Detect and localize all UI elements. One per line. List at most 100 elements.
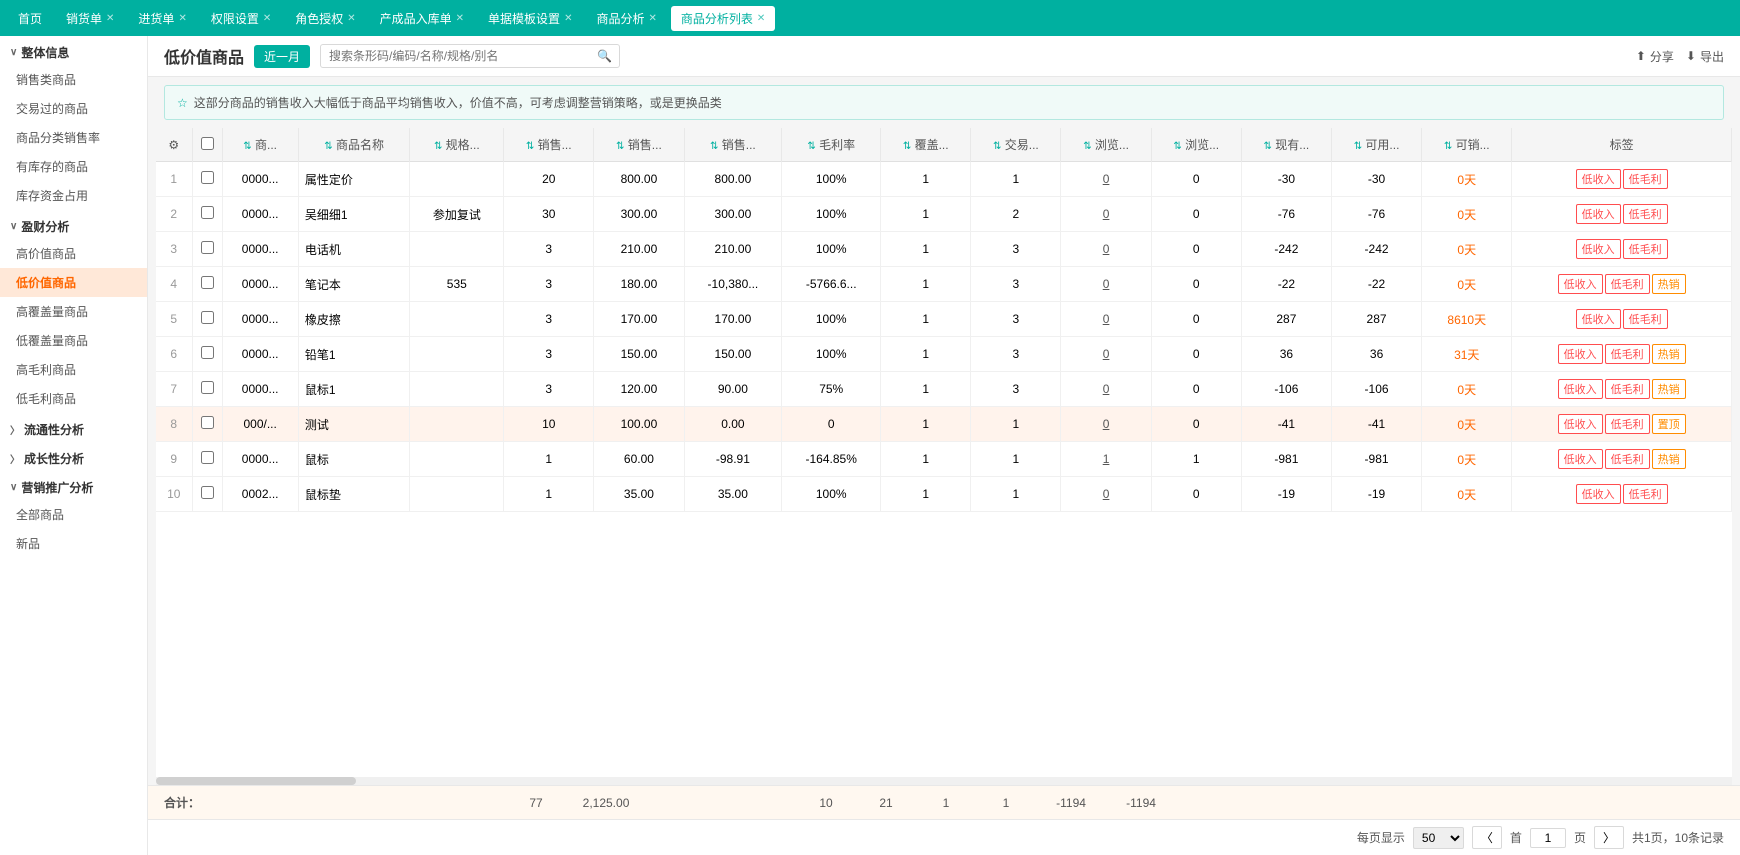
th-spec[interactable]: ⇅ 规格... <box>410 128 504 162</box>
nav-permissions[interactable]: 权限设置 ✕ <box>201 6 281 31</box>
row-checkbox[interactable] <box>192 442 222 477</box>
nav-close-product-inbound[interactable]: ✕ <box>456 13 464 24</box>
nav-purchase-order[interactable]: 进货单 ✕ <box>128 6 196 31</box>
nav-product-analysis[interactable]: 商品分析 ✕ <box>586 6 666 31</box>
nav-close-sales-order[interactable]: ✕ <box>106 13 114 24</box>
nav-template-settings[interactable]: 单据模板设置 ✕ <box>478 6 582 31</box>
browse-link[interactable]: 0 <box>1103 277 1110 291</box>
row-browse1[interactable]: 0 <box>1061 372 1151 407</box>
browse-link[interactable]: 0 <box>1103 347 1110 361</box>
table-wrapper[interactable]: ⚙ ⇅ 商... ⇅ 商品名称 ⇅ 规格... ⇅ 销售... ⇅ 销售... … <box>156 128 1732 777</box>
row-browse1[interactable]: 0 <box>1061 267 1151 302</box>
browse-link[interactable]: 0 <box>1103 172 1110 186</box>
browse-link[interactable]: 1 <box>1103 452 1110 466</box>
sidebar-item-high-coverage[interactable]: 高覆盖量商品 <box>0 297 147 326</box>
row-select-checkbox[interactable] <box>201 276 214 289</box>
row-checkbox[interactable] <box>192 197 222 232</box>
row-browse1[interactable]: 0 <box>1061 407 1151 442</box>
sidebar-item-all-products[interactable]: 全部商品 <box>0 500 147 529</box>
horizontal-scrollbar[interactable] <box>156 777 1732 785</box>
row-select-checkbox[interactable] <box>201 311 214 324</box>
browse-link[interactable]: 0 <box>1103 417 1110 431</box>
row-select-checkbox[interactable] <box>201 171 214 184</box>
th-sales-qty[interactable]: ⇅ 销售... <box>504 128 594 162</box>
nav-close-product-analysis-list[interactable]: ✕ <box>757 13 765 24</box>
nav-close-product-analysis[interactable]: ✕ <box>648 13 656 24</box>
row-select-checkbox[interactable] <box>201 486 214 499</box>
th-name[interactable]: ⇅ 商品名称 <box>298 128 410 162</box>
nav-close-role-auth[interactable]: ✕ <box>347 13 355 24</box>
th-browse2[interactable]: ⇅ 浏览... <box>1151 128 1241 162</box>
th-coverage[interactable]: ⇅ 覆盖... <box>881 128 971 162</box>
nav-product-analysis-list[interactable]: 商品分析列表 ✕ <box>671 6 775 31</box>
search-input[interactable] <box>320 44 620 68</box>
page-size-select[interactable]: 50 100 200 <box>1413 827 1464 849</box>
sidebar-item-sales-products[interactable]: 销售类商品 <box>0 65 147 94</box>
row-checkbox[interactable] <box>192 267 222 302</box>
share-button[interactable]: ⬆ 分享 <box>1636 48 1674 65</box>
row-select-checkbox[interactable] <box>201 451 214 464</box>
row-browse1[interactable]: 0 <box>1061 197 1151 232</box>
browse-link[interactable]: 0 <box>1103 487 1110 501</box>
select-all-checkbox[interactable] <box>201 137 214 150</box>
row-browse1[interactable]: 0 <box>1061 162 1151 197</box>
row-browse1[interactable]: 0 <box>1061 337 1151 372</box>
th-sellable[interactable]: ⇅ 可销... <box>1422 128 1512 162</box>
sidebar-group-growth[interactable]: 〉 成长性分析 <box>0 442 147 471</box>
th-settings[interactable]: ⚙ <box>156 128 192 162</box>
first-page-button[interactable]: 〈 <box>1472 826 1502 849</box>
page-number-input[interactable] <box>1530 828 1566 848</box>
th-current-stock[interactable]: ⇅ 现有... <box>1241 128 1331 162</box>
scrollbar-thumb[interactable] <box>156 777 356 785</box>
row-checkbox[interactable] <box>192 302 222 337</box>
row-checkbox[interactable] <box>192 407 222 442</box>
export-button[interactable]: ⬇ 导出 <box>1686 48 1724 65</box>
nav-close-template-settings[interactable]: ✕ <box>564 13 572 24</box>
sidebar-item-low-margin[interactable]: 低毛利商品 <box>0 384 147 413</box>
nav-close-permissions[interactable]: ✕ <box>263 13 271 24</box>
th-checkbox[interactable] <box>192 128 222 162</box>
next-page-button[interactable]: 〉 <box>1594 826 1624 849</box>
row-browse1[interactable]: 0 <box>1061 302 1151 337</box>
sidebar-item-high-margin[interactable]: 高毛利商品 <box>0 355 147 384</box>
row-select-checkbox[interactable] <box>201 381 214 394</box>
browse-link[interactable]: 0 <box>1103 242 1110 256</box>
th-code[interactable]: ⇅ 商... <box>222 128 298 162</box>
nav-role-auth[interactable]: 角色授权 ✕ <box>285 6 365 31</box>
th-trade[interactable]: ⇅ 交易... <box>971 128 1061 162</box>
th-margin[interactable]: ⇅ 毛利率 <box>782 128 881 162</box>
sidebar-item-low-value[interactable]: 低价值商品 <box>0 268 147 297</box>
th-browse1[interactable]: ⇅ 浏览... <box>1061 128 1151 162</box>
sidebar-item-low-coverage[interactable]: 低覆盖量商品 <box>0 326 147 355</box>
row-checkbox[interactable] <box>192 477 222 512</box>
nav-sales-order[interactable]: 销货单 ✕ <box>56 6 124 31</box>
row-browse1[interactable]: 1 <box>1061 442 1151 477</box>
time-filter-button[interactable]: 近一月 <box>254 45 310 68</box>
browse-link[interactable]: 0 <box>1103 207 1110 221</box>
sidebar-group-overall[interactable]: ∨ 整体信息 <box>0 36 147 65</box>
row-select-checkbox[interactable] <box>201 416 214 429</box>
sidebar-item-high-value[interactable]: 高价值商品 <box>0 239 147 268</box>
row-browse1[interactable]: 0 <box>1061 477 1151 512</box>
row-checkbox[interactable] <box>192 337 222 372</box>
search-icon[interactable]: 🔍 <box>597 49 612 63</box>
browse-link[interactable]: 0 <box>1103 382 1110 396</box>
sidebar-item-traded-products[interactable]: 交易过的商品 <box>0 94 147 123</box>
sidebar-item-stock-capital[interactable]: 库存资金占用 <box>0 181 147 210</box>
th-sales-profit[interactable]: ⇅ 销售... <box>684 128 782 162</box>
row-checkbox[interactable] <box>192 232 222 267</box>
row-checkbox[interactable] <box>192 372 222 407</box>
nav-home[interactable]: 首页 <box>8 6 52 31</box>
th-available[interactable]: ⇅ 可用... <box>1331 128 1421 162</box>
sidebar-group-marketing[interactable]: ∨ 营销推广分析 <box>0 471 147 500</box>
sidebar-group-circulation[interactable]: 〉 流通性分析 <box>0 413 147 442</box>
browse-link[interactable]: 0 <box>1103 312 1110 326</box>
sidebar-item-stock-products[interactable]: 有库存的商品 <box>0 152 147 181</box>
row-checkbox[interactable] <box>192 162 222 197</box>
row-select-checkbox[interactable] <box>201 346 214 359</box>
nav-close-purchase-order[interactable]: ✕ <box>178 13 186 24</box>
row-select-checkbox[interactable] <box>201 241 214 254</box>
sidebar-group-profit[interactable]: ∨ 盈财分析 <box>0 210 147 239</box>
row-select-checkbox[interactable] <box>201 206 214 219</box>
sidebar-item-new-products[interactable]: 新品 <box>0 529 147 558</box>
